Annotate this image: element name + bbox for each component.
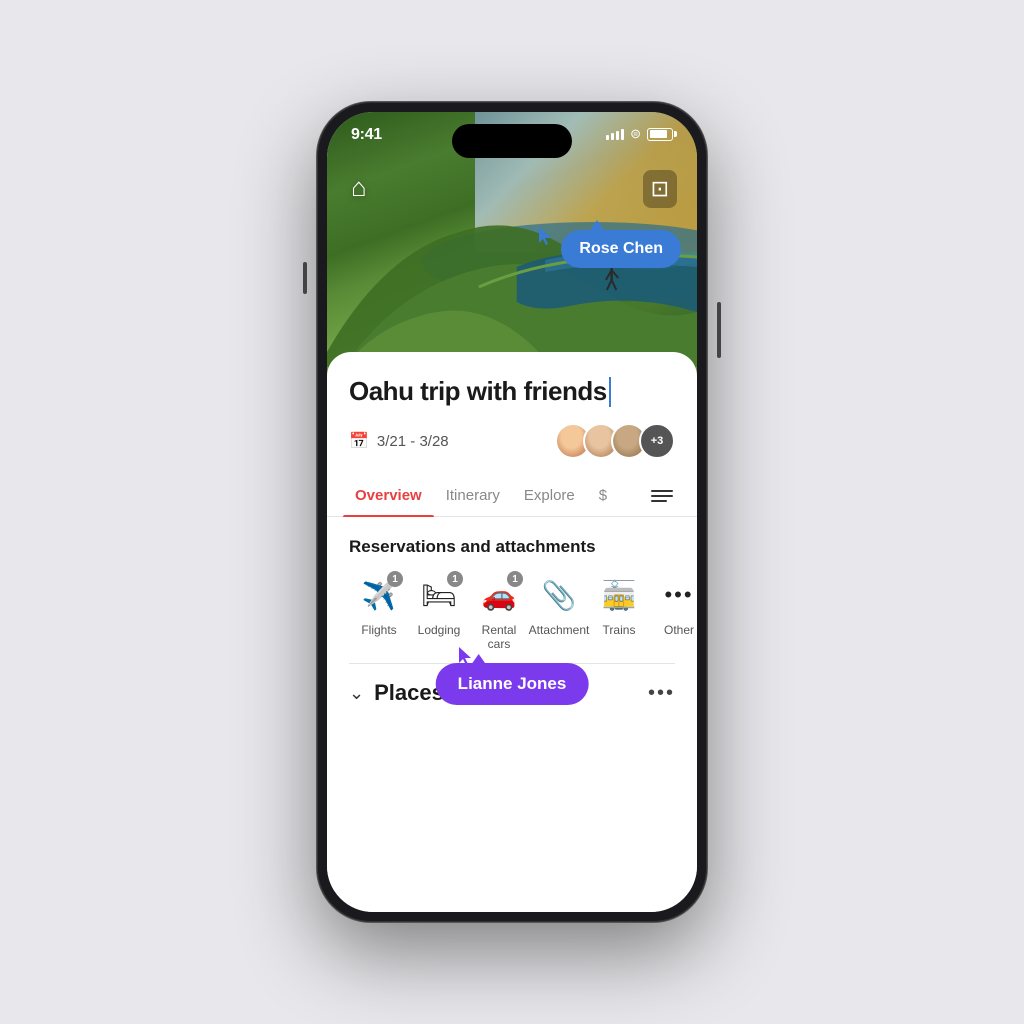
trains-label: Trains <box>603 623 636 637</box>
lianne-tooltip-arrow <box>472 654 486 664</box>
tab-budget[interactable]: $ <box>587 475 619 516</box>
dynamic-island <box>452 124 572 158</box>
attachment-label: Attachment <box>529 623 590 637</box>
avatars-group: +3 <box>555 423 675 459</box>
home-icon[interactable]: ⌂ <box>351 172 367 203</box>
trip-title-row: Oahu trip with friends <box>349 376 675 407</box>
other-icon: ••• <box>664 582 693 608</box>
lodging-label: Lodging <box>418 623 461 637</box>
attachment-icon-wrap: 📎 <box>537 573 581 617</box>
reservation-attachment[interactable]: 📎 Attachment <box>529 573 589 637</box>
reservation-lodging[interactable]: 🛏 1 Lodging <box>409 573 469 637</box>
menu-bar-1 <box>651 490 673 492</box>
places-more-button[interactable]: ••• <box>648 682 675 705</box>
trip-title: Oahu trip with friends <box>349 376 607 407</box>
reservation-other[interactable]: ••• Other <box>649 573 697 637</box>
menu-bar-2 <box>651 495 673 497</box>
chevron-down-icon[interactable]: ⌄ <box>349 683 364 704</box>
tab-itinerary[interactable]: Itinerary <box>434 475 512 516</box>
tooltip-arrow <box>589 220 605 232</box>
rose-chen-tooltip: Rose Chen <box>561 230 681 268</box>
lianne-jones-tooltip: Lianne Jones <box>436 663 589 705</box>
calendar-icon: 📅 <box>349 431 369 451</box>
avatar-more[interactable]: +3 <box>639 423 675 459</box>
reservation-flights[interactable]: ✈️ 1 Flights <box>349 573 409 637</box>
tabs-row: Overview Itinerary Explore $ <box>327 475 697 517</box>
side-button-power <box>717 302 721 358</box>
tab-more-menu[interactable] <box>643 478 681 514</box>
tab-overview[interactable]: Overview <box>343 475 434 516</box>
battery-fill <box>650 130 668 138</box>
reservations-grid: ✈️ 1 Flights 🛏 1 Lodging <box>349 573 675 651</box>
other-label: Other <box>664 623 694 637</box>
lodging-badge: 1 <box>447 571 463 587</box>
signal-bar-1 <box>606 135 609 140</box>
status-icons: ⊜ <box>606 126 673 142</box>
reservation-trains[interactable]: 🚋 Trains <box>589 573 649 637</box>
signal-bar-4 <box>621 129 624 140</box>
trip-dates: 📅 3/21 - 3/28 <box>349 431 449 451</box>
trip-header: Oahu trip with friends 📅 3/21 - 3/28 +3 <box>327 352 697 475</box>
attachment-icon: 📎 <box>542 579 577 612</box>
reservations-title: Reservations and attachments <box>349 537 675 557</box>
reservations-section: Reservations and attachments ✈️ 1 Flight… <box>327 517 697 663</box>
rental-badge: 1 <box>507 571 523 587</box>
trip-date-range: 3/21 - 3/28 <box>377 433 449 450</box>
other-icon-wrap: ••• <box>657 573 697 617</box>
trains-icon-wrap: 🚋 <box>597 573 641 617</box>
trains-icon: 🚋 <box>602 579 637 612</box>
reservation-rental-cars[interactable]: 🚗 1 Rental cars <box>469 573 529 651</box>
text-cursor <box>609 377 611 407</box>
tab-explore[interactable]: Explore <box>512 475 587 516</box>
flights-label: Flights <box>361 623 396 637</box>
phone-frame: 9:41 ⊜ <box>317 102 707 922</box>
flights-icon-wrap: ✈️ 1 <box>357 573 401 617</box>
rose-cursor-icon <box>537 225 555 252</box>
trip-meta: 📅 3/21 - 3/28 +3 <box>349 423 675 475</box>
phone-screen: 9:41 ⊜ <box>327 112 697 912</box>
signal-bar-2 <box>611 133 614 140</box>
signal-bar-3 <box>616 131 619 140</box>
lodging-icon-wrap: 🛏 1 <box>417 573 461 617</box>
side-button-volume <box>303 262 307 294</box>
wifi-icon: ⊜ <box>630 126 641 142</box>
rental-label: Rental cars <box>469 623 529 651</box>
battery-icon <box>647 128 673 141</box>
rental-icon-wrap: 🚗 1 <box>477 573 521 617</box>
photo-icon[interactable]: ⊡ <box>643 170 677 208</box>
content-area: Oahu trip with friends 📅 3/21 - 3/28 +3 <box>327 352 697 912</box>
flights-badge: 1 <box>387 571 403 587</box>
status-time: 9:41 <box>351 126 382 144</box>
menu-bar-3 <box>651 500 667 502</box>
signal-bars-icon <box>606 128 624 140</box>
